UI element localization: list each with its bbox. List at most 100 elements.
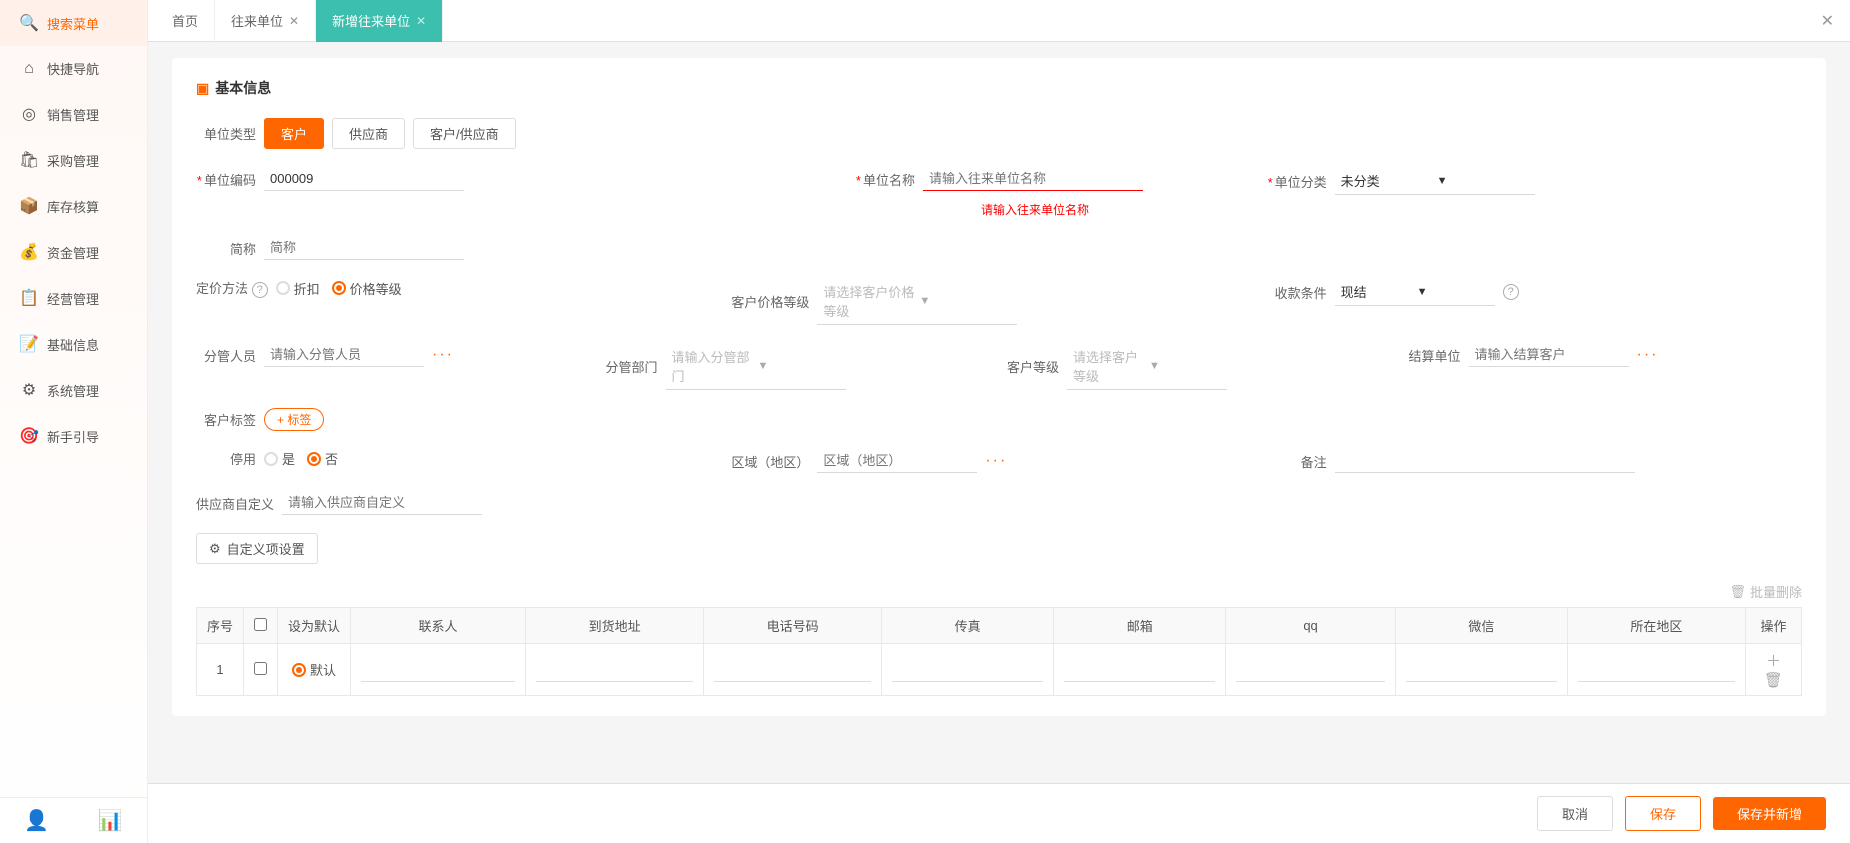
sidebar-item-sales[interactable]: ◎ 销售管理 (0, 91, 147, 137)
manager-more-icon[interactable]: ··· (432, 346, 454, 364)
tab-home[interactable]: 首页 (156, 0, 215, 42)
tags-label: 客户标签 (196, 410, 256, 429)
table-header-row: 序号 设为默认 联系人 到货地址 电话号码 传真 邮箱 qq 微信 所在地区 (197, 608, 1802, 644)
chevron-down-icon: ▼ (1149, 360, 1221, 372)
customer-price-select[interactable]: 请选择客户价格等级 ▼ (817, 278, 1017, 325)
disable-no-option[interactable]: 否 (307, 449, 338, 468)
row-add-button[interactable]: ＋ (1766, 650, 1781, 671)
supplier-custom-input[interactable] (282, 491, 482, 515)
col-action: 操作 (1745, 608, 1801, 644)
unit-category-field: *单位分类 未分类 ▼ (1267, 167, 1802, 195)
row-delete-button[interactable]: 🗑 (1764, 671, 1783, 689)
search-icon: 🔍 (19, 13, 39, 33)
settlement-more-icon[interactable]: ··· (1637, 346, 1659, 364)
row-checkbox (244, 644, 278, 696)
col-checkbox (244, 608, 278, 644)
sidebar-item-guide[interactable]: 🎯 新手引导 (0, 413, 147, 459)
unit-code-label: *单位编码 (196, 170, 256, 189)
unit-category-select[interactable]: 未分类 ▼ (1335, 167, 1535, 195)
sidebar-item-inventory[interactable]: 📦 库存核算 (0, 183, 147, 229)
supplier-custom-row: 供应商自定义 (196, 491, 1802, 515)
customer-price-label: 客户价格等级 (731, 292, 809, 311)
default-radio-circle (292, 663, 306, 677)
row-contact[interactable] (351, 644, 526, 696)
area-input[interactable] (817, 449, 977, 473)
add-tag-button[interactable]: + 标签 (264, 408, 324, 431)
row-wechat[interactable] (1395, 644, 1567, 696)
contact-table: 序号 设为默认 联系人 到货地址 电话号码 传真 邮箱 qq 微信 所在地区 (196, 607, 1802, 696)
discount-radio-circle (276, 281, 290, 295)
sidebar-item-search[interactable]: 🔍 搜索菜单 (0, 0, 147, 46)
tab-new-partner[interactable]: 新增往来单位 ✕ (316, 0, 443, 42)
tab-partner-list-close[interactable]: ✕ (289, 14, 299, 28)
unit-type-label: 单位类型 (196, 124, 256, 143)
settlement-input[interactable] (1469, 343, 1629, 367)
dept-select[interactable]: 请输入分管部门 ▼ (666, 343, 846, 390)
remark-input[interactable] (1335, 449, 1635, 473)
type-btn-supplier[interactable]: 供应商 (332, 118, 405, 149)
type-btn-customer[interactable]: 客户 (264, 118, 324, 149)
col-seq: 序号 (197, 608, 244, 644)
disable-yes-option[interactable]: 是 (264, 449, 295, 468)
col-contact: 联系人 (351, 608, 526, 644)
pricing-discount-option[interactable]: 折扣 (276, 279, 320, 298)
unit-name-input[interactable] (923, 167, 1143, 191)
purchase-icon: 🛍 (19, 150, 39, 170)
abbr-input[interactable] (264, 236, 464, 260)
settings-button[interactable]: ⚙ 自定义项设置 (196, 533, 318, 564)
table-row: 1 默认 (197, 644, 1802, 696)
row-phone[interactable] (704, 644, 882, 696)
tab-new-partner-close[interactable]: ✕ (416, 14, 426, 28)
col-qq: qq (1226, 608, 1395, 644)
row-qq[interactable] (1226, 644, 1395, 696)
settings-icon: ⚙ (209, 541, 221, 557)
chevron-down-icon: ▼ (758, 360, 840, 372)
manager-input[interactable] (264, 343, 424, 367)
batch-delete-label[interactable]: 批量删除 (1750, 582, 1802, 601)
row-email[interactable] (1054, 644, 1226, 696)
pricing-row: 定价方法 ? 折扣 价格等级 (196, 278, 1802, 325)
sales-icon: ◎ (19, 104, 39, 124)
batch-delete-icon: 🗑 (1729, 584, 1746, 600)
tab-partner-list[interactable]: 往来单位 ✕ (215, 0, 316, 42)
cancel-button[interactable]: 取消 (1537, 796, 1613, 831)
customer-level-select[interactable]: 请选择客户等级 ▼ (1067, 343, 1227, 390)
unit-code-input[interactable] (264, 167, 464, 191)
area-more-icon[interactable]: ··· (985, 452, 1007, 470)
payment-terms-label: 收款条件 (1267, 283, 1327, 302)
sidebar-user-btn[interactable]: 👤 (0, 798, 74, 843)
sidebar-item-system[interactable]: ⚙ 系统管理 (0, 367, 147, 413)
row-region[interactable] (1567, 644, 1745, 696)
save-button[interactable]: 保存 (1625, 796, 1701, 831)
sidebar-item-finance[interactable]: 💰 资金管理 (0, 229, 147, 275)
payment-terms-select[interactable]: 现结 ▼ (1335, 278, 1495, 306)
type-btn-both[interactable]: 客户/供应商 (413, 118, 516, 149)
footer-bar: 取消 保存 保存并新增 (148, 783, 1850, 843)
row-address[interactable] (526, 644, 704, 696)
col-email: 邮箱 (1054, 608, 1226, 644)
sidebar-item-basic[interactable]: 📝 基础信息 (0, 321, 147, 367)
unit-name-field: *单位名称 请输入往来单位名称 (731, 167, 1266, 218)
dept-field: 分管部门 请输入分管部门 ▼ (598, 343, 1000, 390)
sidebar-stats-btn[interactable]: 📊 (74, 798, 148, 843)
tabs-bar: 首页 往来单位 ✕ 新增往来单位 ✕ ✕ (148, 0, 1850, 42)
default-radio-item[interactable]: 默认 (288, 660, 340, 679)
batch-delete-area: 🗑 批量删除 (196, 582, 1802, 601)
select-all-checkbox[interactable] (254, 618, 267, 631)
sidebar-item-purchase[interactable]: 🛍 采购管理 (0, 137, 147, 183)
customer-price-field: 客户价格等级 请选择客户价格等级 ▼ (731, 278, 1266, 325)
save-new-button[interactable]: 保存并新增 (1713, 797, 1826, 830)
settings-row: ⚙ 自定义项设置 (196, 533, 1802, 564)
pricing-level-option[interactable]: 价格等级 (332, 279, 402, 298)
dept-label: 分管部门 (598, 357, 658, 376)
sidebar-item-quick-nav[interactable]: ⌂ 快捷导航 (0, 46, 147, 91)
row-select-checkbox[interactable] (254, 662, 267, 675)
row-fax[interactable] (882, 644, 1054, 696)
content-area: ▣ 基本信息 单位类型 客户 供应商 客户/供应商 (148, 42, 1850, 783)
sidebar-item-operations[interactable]: 📋 经营管理 (0, 275, 147, 321)
customer-level-label: 客户等级 (999, 357, 1059, 376)
payment-help-icon[interactable]: ? (1503, 284, 1519, 300)
pricing-help-icon[interactable]: ? (252, 282, 268, 298)
sidebar: 🔍 搜索菜单 ⌂ 快捷导航 ◎ 销售管理 🛍 采购管理 📦 库存核算 💰 资金管… (0, 0, 148, 843)
tabs-close-all[interactable]: ✕ (1813, 11, 1842, 31)
